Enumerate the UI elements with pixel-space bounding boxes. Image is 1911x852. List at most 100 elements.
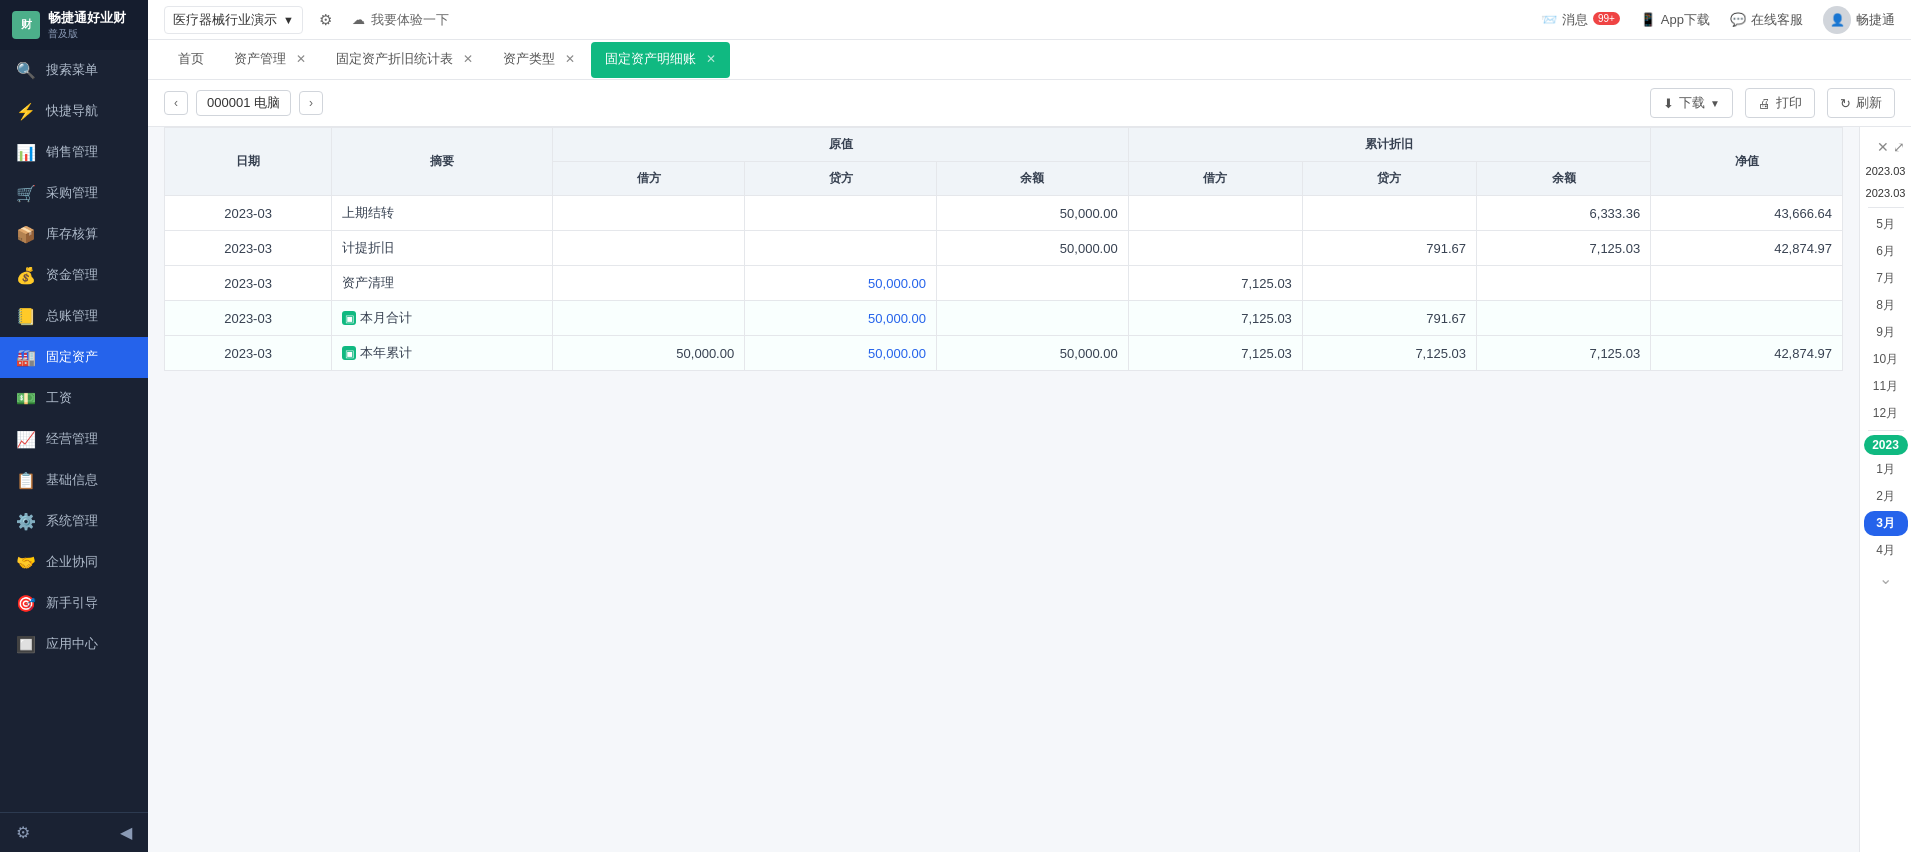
sidebar-item-search[interactable]: 🔍 搜索菜单 xyxy=(0,50,148,91)
summary-text: 本年累计 xyxy=(360,344,412,362)
month-4[interactable]: 4月 xyxy=(1864,538,1908,563)
col-summary: 摘要 xyxy=(332,128,553,196)
sidebar-item-enterprise[interactable]: 🤝 企业协同 xyxy=(0,542,148,583)
user-menu[interactable]: 👤 畅捷通 xyxy=(1823,6,1895,34)
tab-asset-type[interactable]: 资产类型 ✕ xyxy=(489,42,589,78)
main-area: 医疗器械行业演示 ▼ ⚙ ☁ 我要体验一下 📨 消息 99+ 📱 App下载 💬… xyxy=(148,0,1911,852)
notifications-badge: 99+ xyxy=(1593,12,1620,25)
sidebar-item-inventory[interactable]: 📦 库存核算 xyxy=(0,214,148,255)
tab-home[interactable]: 首页 xyxy=(164,42,218,78)
sidebar: 财 畅捷通好业财 普及版 🔍 搜索菜单 ⚡ 快捷导航 📊 销售管理 🛒 采购管理… xyxy=(0,0,148,852)
cell-date: 2023-03 xyxy=(165,301,332,336)
month-10[interactable]: 10月 xyxy=(1864,347,1908,372)
settings-icon[interactable]: ⚙ xyxy=(16,823,30,842)
cell-date: 2023-03 xyxy=(165,336,332,371)
sidebar-item-quicknav[interactable]: ⚡ 快捷导航 xyxy=(0,91,148,132)
month-1[interactable]: 1月 xyxy=(1864,457,1908,482)
logo-text: 畅捷通好业财 普及版 xyxy=(48,10,126,40)
divider-2 xyxy=(1868,430,1904,431)
sidebar-item-system[interactable]: ⚙️ 系统管理 xyxy=(0,501,148,542)
sidebar-item-label: 固定资产 xyxy=(46,348,98,366)
refresh-icon: ↻ xyxy=(1840,96,1851,111)
tab-asset-mgmt[interactable]: 资产管理 ✕ xyxy=(220,42,320,78)
cell-accum-credit: 7,125.03 xyxy=(1302,336,1476,371)
cell-accum-debit xyxy=(1128,231,1302,266)
sidebar-nav: 🔍 搜索菜单 ⚡ 快捷导航 📊 销售管理 🛒 采购管理 📦 库存核算 💰 资金管… xyxy=(0,50,148,812)
year-2023-label[interactable]: 2023 xyxy=(1864,435,1908,455)
sidebar-logo: 财 畅捷通好业财 普及版 xyxy=(0,0,148,50)
guide-icon: 🎯 xyxy=(16,594,36,613)
month-9[interactable]: 9月 xyxy=(1864,320,1908,345)
chevron-down-icon: ▼ xyxy=(283,14,294,26)
cell-accum-credit xyxy=(1302,266,1476,301)
sidebar-item-salary[interactable]: 💵 工资 xyxy=(0,378,148,419)
sidebar-item-fixed-assets[interactable]: 🏭 固定资产 xyxy=(0,337,148,378)
cell-date: 2023-03 xyxy=(165,266,332,301)
col-date: 日期 xyxy=(165,128,332,196)
cell-accum-debit: 7,125.03 xyxy=(1128,301,1302,336)
sidebar-item-label: 资金管理 xyxy=(46,266,98,284)
sidebar-item-app-center[interactable]: 🔲 应用中心 xyxy=(0,624,148,665)
tab-depreciation-stats-close[interactable]: ✕ xyxy=(463,52,473,66)
download-btn[interactable]: ⬇ 下载 ▼ xyxy=(1650,88,1733,118)
cell-orig-credit xyxy=(745,196,937,231)
sidebar-item-label: 总账管理 xyxy=(46,307,98,325)
print-btn[interactable]: 🖨 打印 xyxy=(1745,88,1815,118)
topbar-right: 📨 消息 99+ 📱 App下载 💬 在线客服 👤 畅捷通 xyxy=(1541,6,1895,34)
tab-asset-type-close[interactable]: ✕ xyxy=(565,52,575,66)
sidebar-item-label: 采购管理 xyxy=(46,184,98,202)
download-icon: 📱 xyxy=(1640,12,1656,27)
quicknav-icon: ⚡ xyxy=(16,102,36,121)
experience-label: 我要体验一下 xyxy=(371,11,449,29)
sidebar-item-operations[interactable]: 📈 经营管理 xyxy=(0,419,148,460)
minimize-icon[interactable]: ✕ xyxy=(1877,139,1889,155)
month-5[interactable]: 5月 xyxy=(1864,212,1908,237)
tab-depreciation-stats[interactable]: 固定资产折旧统计表 ✕ xyxy=(322,42,487,78)
month-6[interactable]: 6月 xyxy=(1864,239,1908,264)
cell-accum-credit: 791.67 xyxy=(1302,231,1476,266)
sidebar-item-guide[interactable]: 🎯 新手引导 xyxy=(0,583,148,624)
experience-icon: ☁ xyxy=(352,12,365,27)
cell-accum-balance: 7,125.03 xyxy=(1477,336,1651,371)
experience-btn[interactable]: ☁ 我要体验一下 xyxy=(352,11,449,29)
scroll-down-icon[interactable]: ⌄ xyxy=(1879,569,1892,588)
tab-asset-mgmt-close[interactable]: ✕ xyxy=(296,52,306,66)
date-item[interactable]: 2023.03 xyxy=(1864,161,1908,181)
tab-depreciation-stats-label: 固定资产折旧统计表 xyxy=(336,50,453,68)
cell-summary: 计提折旧 xyxy=(332,231,553,266)
notifications-btn[interactable]: 📨 消息 99+ xyxy=(1541,11,1620,29)
cell-accum-balance: 7,125.03 xyxy=(1477,231,1651,266)
date-item-2[interactable]: 2023.03 xyxy=(1864,183,1908,203)
expand-icon[interactable]: ⤢ xyxy=(1893,139,1905,155)
customer-service-btn[interactable]: 💬 在线客服 xyxy=(1730,11,1803,29)
sidebar-item-finance[interactable]: 💰 资金管理 xyxy=(0,255,148,296)
col-accum-balance: 余额 xyxy=(1477,162,1651,196)
prev-asset-btn[interactable]: ‹ xyxy=(164,91,188,115)
month-2[interactable]: 2月 xyxy=(1864,484,1908,509)
app-download-btn[interactable]: 📱 App下载 xyxy=(1640,11,1710,29)
tab-asset-detail-close[interactable]: ✕ xyxy=(706,52,716,66)
cell-orig-debit xyxy=(553,301,745,336)
month-3[interactable]: 3月 xyxy=(1864,511,1908,536)
refresh-btn[interactable]: ↻ 刷新 xyxy=(1827,88,1895,118)
sidebar-item-sales[interactable]: 📊 销售管理 xyxy=(0,132,148,173)
sidebar-item-label: 企业协同 xyxy=(46,553,98,571)
month-7[interactable]: 7月 xyxy=(1864,266,1908,291)
col-orig-credit: 贷方 xyxy=(745,162,937,196)
company-selector[interactable]: 医疗器械行业演示 ▼ xyxy=(164,6,303,34)
month-11[interactable]: 11月 xyxy=(1864,374,1908,399)
cell-orig-balance: 50,000.00 xyxy=(936,336,1128,371)
sidebar-item-purchase[interactable]: 🛒 采购管理 xyxy=(0,173,148,214)
next-asset-btn[interactable]: › xyxy=(299,91,323,115)
month-8[interactable]: 8月 xyxy=(1864,293,1908,318)
refresh-label: 刷新 xyxy=(1856,94,1882,112)
tab-asset-detail[interactable]: 固定资产明细账 ✕ xyxy=(591,42,730,78)
collapse-sidebar-icon[interactable]: ◀ xyxy=(120,823,132,842)
cell-net-value: 42,874.97 xyxy=(1651,336,1843,371)
sidebar-item-basic-info[interactable]: 📋 基础信息 xyxy=(0,460,148,501)
download-icon: ⬇ xyxy=(1663,96,1674,111)
settings-gear-icon[interactable]: ⚙ xyxy=(319,11,332,29)
finance-icon: 💰 xyxy=(16,266,36,285)
month-12[interactable]: 12月 xyxy=(1864,401,1908,426)
sidebar-item-ledger[interactable]: 📒 总账管理 xyxy=(0,296,148,337)
